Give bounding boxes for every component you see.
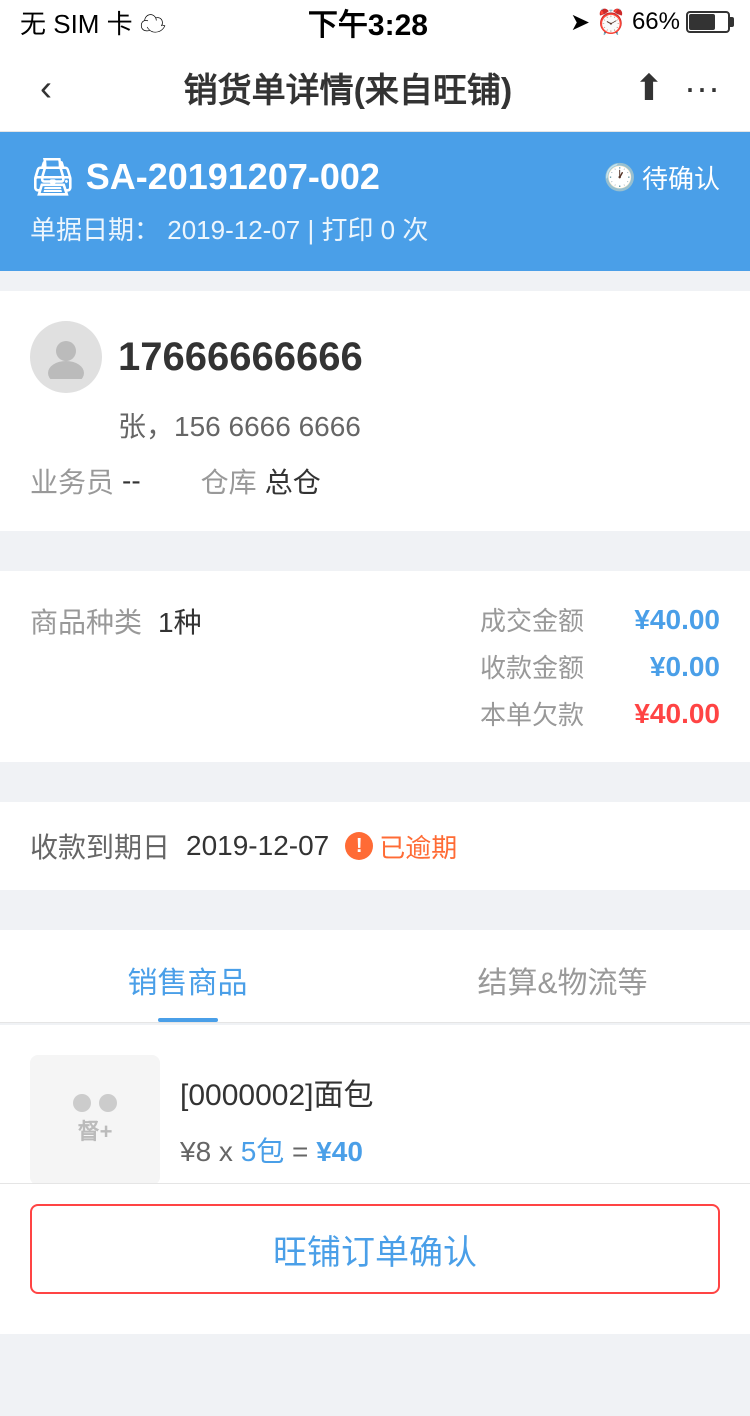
owed-row: 本单欠款 ¥40.00 (480, 695, 720, 732)
clock-icon: 🕐 (604, 162, 636, 193)
customer-name: 张，156 6666 6666 (30, 405, 720, 445)
customer-card: 17666666666 张，156 6666 6666 业务员 -- 仓库 总仓 (0, 291, 750, 531)
received-label: 收款金额 (480, 648, 584, 685)
confirm-button[interactable]: 旺铺订单确认 (30, 1204, 720, 1294)
tab-settlement[interactable]: 结算&物流等 (375, 930, 750, 1022)
owed-value: ¥40.00 (600, 698, 720, 730)
status-time: 下午3:28 (308, 0, 428, 44)
sales-value: -- (122, 465, 141, 497)
sales-meta: 业务员 -- (30, 461, 141, 501)
product-name: [0000002]面包 (180, 1070, 720, 1114)
customer-meta: 业务员 -- 仓库 总仓 (30, 461, 720, 501)
sim-text: 无 SIM 卡 ☁ (20, 4, 166, 41)
order-id: 🖨 SA-20191207-002 (30, 156, 380, 198)
due-card: 收款到期日 2019-12-07 ! 已逾期 (0, 802, 750, 890)
customer-top: 17666666666 (30, 321, 720, 393)
printer-icon: 🖨 (30, 156, 76, 198)
more-icon[interactable]: ··· (684, 67, 720, 109)
type-label: 商品种类 (30, 601, 142, 641)
share-icon[interactable]: ⬆ (634, 67, 664, 109)
order-date: 单据日期： 2019-12-07 | 打印 0 次 (30, 210, 720, 247)
status-right: ➤ ⏰ 66% (570, 8, 730, 37)
warehouse-label: 仓库 (201, 461, 257, 501)
battery-text: 66% (632, 8, 680, 36)
summary-card: 商品种类 1种 成交金额 ¥40.00 收款金额 ¥0.00 本单欠款 ¥40.… (0, 571, 750, 762)
type-value: 1种 (158, 601, 202, 641)
amount-row: 成交金额 ¥40.00 (480, 601, 720, 638)
nav-title: 销货单详情(来自旺铺) (184, 63, 513, 112)
amount-value: ¥40.00 (600, 604, 720, 636)
overdue-icon: ! (345, 832, 373, 860)
status-left: 无 SIM 卡 ☁ (20, 4, 166, 41)
sales-label: 业务员 (30, 461, 114, 501)
overdue-text: 已逾期 (379, 828, 457, 865)
tabs: 销售商品 结算&物流等 (0, 930, 750, 1023)
due-label: 收款到期日 (30, 826, 170, 866)
amount-label: 成交金额 (480, 601, 584, 638)
owl-logo: 督+ (73, 1094, 117, 1146)
product-price: ¥8 x 5包 = ¥40 (180, 1130, 720, 1170)
back-button[interactable]: ‹ (30, 57, 62, 119)
received-value: ¥0.00 (600, 651, 720, 683)
tab-sales-product[interactable]: 销售商品 (0, 930, 375, 1022)
received-row: 收款金额 ¥0.00 (480, 648, 720, 685)
divider-2 (0, 762, 750, 782)
avatar (30, 321, 102, 393)
divider-1 (0, 531, 750, 551)
alarm-icon: ⏰ (596, 8, 626, 37)
order-header: 🖨 SA-20191207-002 🕐 待确认 单据日期： 2019-12-07… (0, 132, 750, 271)
battery-icon (686, 11, 730, 33)
product-thumbnail: 督+ (30, 1055, 160, 1185)
summary-right: 成交金额 ¥40.00 收款金额 ¥0.00 本单欠款 ¥40.00 (480, 601, 720, 732)
nav-bar: ‹ 销货单详情(来自旺铺) ⬆ ··· (0, 44, 750, 132)
overdue-badge: ! 已逾期 (345, 828, 457, 865)
nav-actions: ⬆ ··· (634, 67, 720, 109)
bottom-bar: 旺铺订单确认 (0, 1183, 750, 1334)
divider-3 (0, 890, 750, 910)
customer-phone: 17666666666 (118, 335, 363, 380)
owed-label: 本单欠款 (480, 695, 584, 732)
status-bar: 无 SIM 卡 ☁ 下午3:28 ➤ ⏰ 66% (0, 0, 750, 44)
warehouse-value: 总仓 (265, 461, 321, 501)
product-info: [0000002]面包 ¥8 x 5包 = ¥40 (180, 1070, 720, 1170)
location-icon: ➤ (570, 8, 590, 37)
due-date: 2019-12-07 (186, 830, 329, 862)
summary-left: 商品种类 1种 (30, 601, 480, 641)
warehouse-meta: 仓库 总仓 (201, 461, 321, 501)
order-status: 🕐 待确认 (604, 159, 720, 196)
